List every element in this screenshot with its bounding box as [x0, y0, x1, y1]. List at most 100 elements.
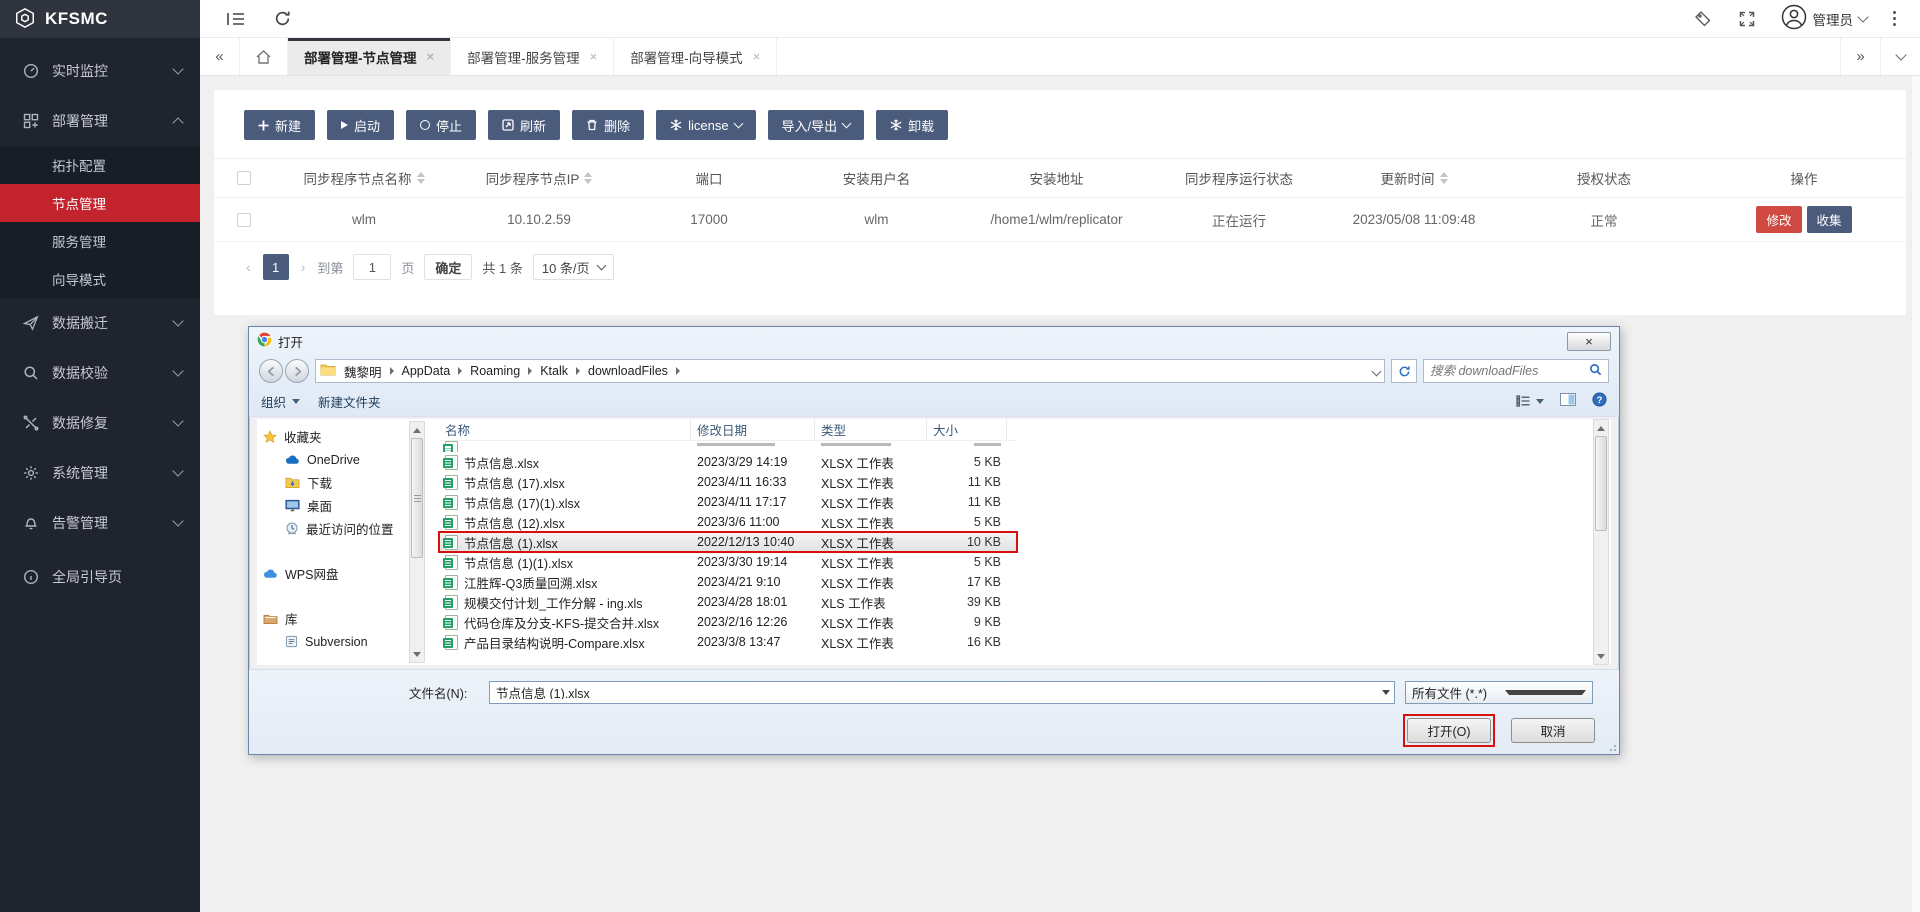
sidebar-item-alarm-manage[interactable]: 告警管理 — [0, 498, 200, 548]
collect-button[interactable]: 收集 — [1806, 206, 1852, 233]
search-input[interactable] — [1430, 364, 1583, 378]
tab-close-icon[interactable]: × — [590, 49, 598, 64]
back-button[interactable] — [259, 359, 283, 383]
nav-favorites[interactable]: 收藏夹 — [263, 425, 403, 448]
sidebar-item-wizard-mode[interactable]: 向导模式 — [0, 260, 200, 298]
sidebar-item-deploy-manage[interactable]: 部署管理 — [0, 96, 200, 146]
scrollbar-thumb[interactable] — [411, 438, 423, 558]
confirm-page-button[interactable]: 确定 — [424, 254, 473, 280]
breadcrumb-segment[interactable]: AppData — [400, 364, 453, 378]
user-menu[interactable]: 管理员 — [1781, 4, 1869, 33]
breadcrumb-segment[interactable]: 魏黎明 — [342, 362, 384, 381]
scrollbar-thumb[interactable] — [1595, 436, 1607, 531]
sidebar-item-data-verify[interactable]: 数据校验 — [0, 348, 200, 398]
sidebar-item-topology-config[interactable]: 拓扑配置 — [0, 146, 200, 184]
next-page-icon[interactable]: › — [299, 259, 308, 275]
license-dropdown-button[interactable]: license — [656, 110, 756, 140]
sidebar-item-node-manage[interactable]: 节点管理 — [0, 184, 200, 222]
uninstall-button[interactable]: 卸载 — [876, 110, 949, 140]
tab-close-icon[interactable]: × — [427, 49, 435, 64]
page-number[interactable]: 1 — [262, 254, 289, 280]
forward-button[interactable] — [285, 359, 309, 383]
start-button[interactable]: 启动 — [327, 110, 395, 140]
stop-button[interactable]: 停止 — [406, 110, 477, 140]
file-row[interactable]: 产品目录结构说明-Compare.xlsx 2023/3/8 13:47 XLS… — [439, 632, 1017, 652]
column-date[interactable]: 修改日期 — [691, 419, 815, 440]
tab-node-manage[interactable]: 部署管理-节点管理 × — [288, 38, 452, 75]
nav-recent-places[interactable]: 最近访问的位置 — [263, 517, 403, 540]
new-folder-button[interactable]: 新建文件夹 — [318, 392, 381, 411]
row-checkbox[interactable] — [237, 212, 251, 227]
preview-pane-icon[interactable] — [1560, 393, 1576, 409]
file-row[interactable]: 节点信息 (1).xlsx 2022/12/13 10:40 XLSX 工作表 … — [438, 531, 1018, 553]
kebab-menu-icon[interactable] — [1891, 9, 1898, 28]
tab-wizard-mode[interactable]: 部署管理-向导模式 × — [614, 38, 778, 75]
column-size[interactable]: 大小 — [927, 419, 1007, 440]
delete-button[interactable]: 删除 — [572, 110, 645, 140]
sort-icon[interactable] — [416, 172, 425, 184]
refresh-button[interactable]: 刷新 — [488, 110, 561, 140]
prev-page-icon[interactable]: ‹ — [244, 259, 253, 275]
file-list-scrollbar[interactable] — [1593, 419, 1609, 665]
nav-subversion[interactable]: Subversion — [263, 630, 403, 653]
fullscreen-icon[interactable] — [1737, 9, 1757, 29]
view-mode-dropdown[interactable] — [1516, 395, 1544, 407]
sidebar-item-global-guide[interactable]: 全局引导页 — [0, 552, 200, 602]
search-box[interactable] — [1423, 359, 1609, 383]
file-row[interactable]: 节点信息 (17).xlsx 2023/4/11 16:33 XLSX 工作表 … — [439, 472, 1017, 492]
organize-dropdown[interactable]: 组织 — [261, 392, 301, 411]
tabs-menu-chevron-icon[interactable] — [1880, 38, 1920, 75]
nav-downloads[interactable]: 下载 — [263, 471, 403, 494]
home-tab[interactable] — [240, 38, 288, 75]
tabs-expand-right-icon[interactable]: » — [1840, 38, 1880, 75]
sidebar-item-realtime-monitor[interactable]: 实时监控 — [0, 46, 200, 96]
file-row[interactable]: 节点信息 (1)(1).xlsx 2023/3/30 19:14 XLSX 工作… — [439, 552, 1017, 572]
nav-wps-drive[interactable]: WPS网盘 — [263, 562, 403, 585]
open-button[interactable]: 打开(O) — [1407, 718, 1491, 743]
filetype-combo[interactable]: 所有文件 (*.*) — [1405, 680, 1593, 704]
file-row[interactable]: 代码仓库及分支-KFS-提交合并.xlsx 2023/2/16 12:26 XL… — [439, 612, 1017, 632]
select-all-checkbox[interactable] — [237, 171, 251, 185]
goto-page-input[interactable] — [353, 254, 392, 280]
breadcrumb[interactable]: 魏黎明 AppData Roaming Ktalk downloadFiles — [315, 359, 1385, 383]
modify-button[interactable]: 修改 — [1756, 206, 1802, 233]
breadcrumb-segment[interactable]: Ktalk — [538, 364, 570, 378]
nav-libraries[interactable]: 库 — [263, 607, 403, 630]
resize-grip[interactable] — [1606, 741, 1616, 751]
file-row[interactable]: 节点信息 (17)(1).xlsx 2023/4/11 17:17 XLSX 工… — [439, 492, 1017, 512]
sort-icon[interactable] — [1439, 172, 1448, 184]
per-page-select[interactable]: 10 条/页 — [532, 254, 614, 280]
filename-input[interactable] — [490, 685, 1378, 699]
import-export-dropdown-button[interactable]: 导入/导出 — [767, 110, 865, 140]
address-refresh-button[interactable] — [1391, 359, 1417, 383]
menu-fold-icon[interactable] — [226, 9, 246, 29]
tabs-collapse-left-icon[interactable]: « — [200, 38, 240, 75]
tab-close-icon[interactable]: × — [753, 49, 761, 64]
combo-dropdown-icon[interactable] — [1378, 682, 1394, 703]
sidebar-item-service-manage[interactable]: 服务管理 — [0, 222, 200, 260]
dialog-title-bar[interactable]: 打开 × — [249, 327, 1619, 355]
file-row[interactable]: 规模交付计划_工作分解 - ing.xls 2023/4/28 18:01 XL… — [439, 592, 1017, 612]
nav-pane-scrollbar[interactable] — [409, 421, 425, 663]
nav-onedrive[interactable]: OneDrive — [263, 448, 403, 471]
breadcrumb-segment[interactable]: downloadFiles — [586, 364, 670, 378]
refresh-icon[interactable] — [272, 9, 292, 29]
tag-icon[interactable] — [1693, 9, 1713, 29]
sidebar-item-system-manage[interactable]: 系统管理 — [0, 448, 200, 498]
dialog-close-button[interactable]: × — [1567, 331, 1611, 351]
file-row[interactable]: 江胜辉-Q3质量回溯.xlsx 2023/4/21 9:10 XLSX 工作表 … — [439, 572, 1017, 592]
column-name[interactable]: 名称 — [439, 419, 691, 440]
column-type[interactable]: 类型 — [815, 419, 927, 440]
sidebar-item-data-migration[interactable]: 数据搬迁 — [0, 298, 200, 348]
page-scrollbar[interactable] — [1911, 76, 1920, 912]
tab-service-manage[interactable]: 部署管理-服务管理 × — [451, 38, 615, 75]
filename-combo[interactable] — [489, 680, 1395, 704]
create-button[interactable]: 新建 — [244, 110, 316, 140]
help-icon[interactable]: ? — [1592, 392, 1607, 410]
file-row[interactable]: 节点信息.xlsx 2023/3/29 14:19 XLSX 工作表 5 KB — [439, 452, 1017, 472]
file-row[interactable] — [439, 441, 1017, 452]
breadcrumb-segment[interactable]: Roaming — [468, 364, 522, 378]
file-row[interactable]: 节点信息 (12).xlsx 2023/3/6 11:00 XLSX 工作表 5… — [439, 512, 1017, 532]
address-dropdown-icon[interactable] — [1371, 366, 1382, 376]
cancel-button[interactable]: 取消 — [1511, 718, 1595, 743]
